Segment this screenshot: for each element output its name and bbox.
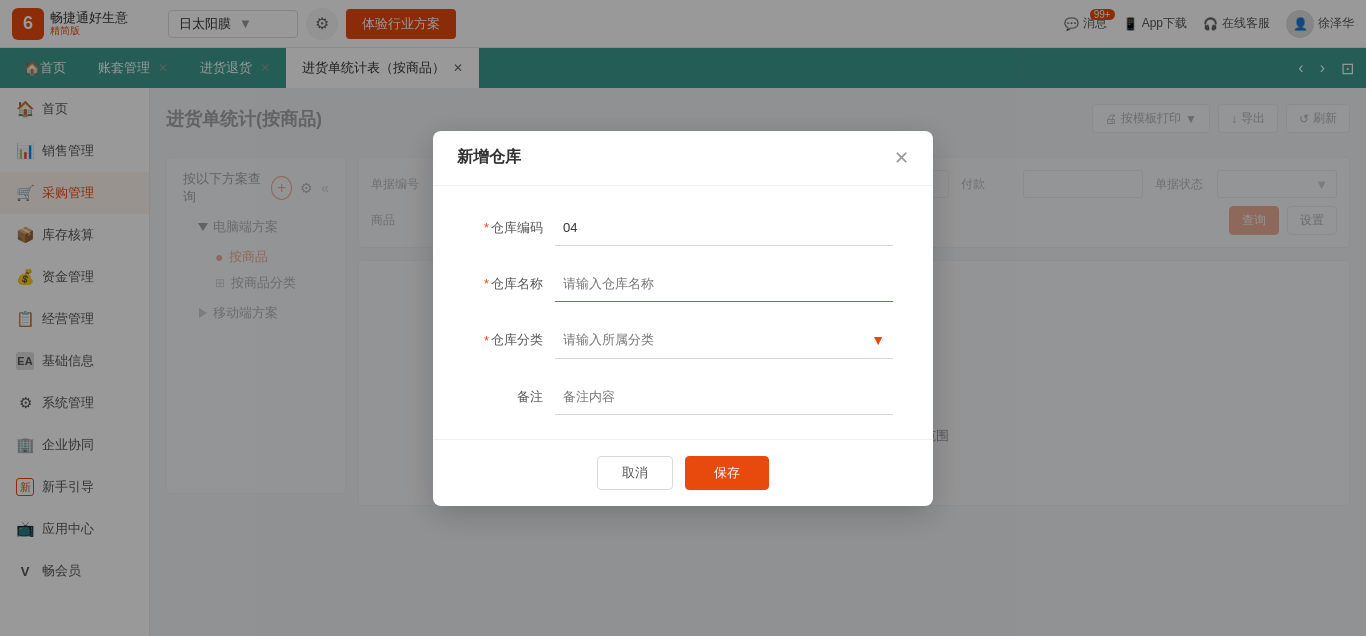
form-row-note: 备注 bbox=[473, 379, 893, 415]
required-star-name: * bbox=[484, 276, 489, 291]
save-button[interactable]: 保存 bbox=[685, 456, 769, 490]
form-row-code: * 仓库编码 bbox=[473, 210, 893, 246]
name-label: * 仓库名称 bbox=[473, 275, 543, 293]
required-star-code: * bbox=[484, 220, 489, 235]
dialog-header: 新增仓库 ✕ bbox=[433, 131, 933, 186]
form-row-category: * 仓库分类 ▼ bbox=[473, 322, 893, 359]
dialog-overlay: 新增仓库 ✕ * 仓库编码 * 仓库名称 bbox=[0, 0, 1366, 636]
category-input[interactable] bbox=[555, 322, 871, 358]
form-row-name: * 仓库名称 bbox=[473, 266, 893, 302]
dialog-body: * 仓库编码 * 仓库名称 * 仓库分类 bbox=[433, 186, 933, 439]
dialog-title: 新增仓库 bbox=[457, 147, 521, 168]
dialog-close-button[interactable]: ✕ bbox=[894, 147, 909, 169]
dialog-footer: 取消 保存 bbox=[433, 439, 933, 506]
required-star-category: * bbox=[484, 333, 489, 348]
code-label: * 仓库编码 bbox=[473, 219, 543, 237]
category-wrap[interactable]: ▼ bbox=[555, 322, 893, 359]
code-input[interactable] bbox=[555, 210, 893, 246]
cancel-button[interactable]: 取消 bbox=[597, 456, 673, 490]
category-label: * 仓库分类 bbox=[473, 331, 543, 349]
note-label: 备注 bbox=[473, 388, 543, 406]
name-input[interactable] bbox=[555, 266, 893, 302]
add-warehouse-dialog: 新增仓库 ✕ * 仓库编码 * 仓库名称 bbox=[433, 131, 933, 506]
category-dropdown-icon[interactable]: ▼ bbox=[871, 332, 893, 348]
note-input[interactable] bbox=[555, 379, 893, 415]
